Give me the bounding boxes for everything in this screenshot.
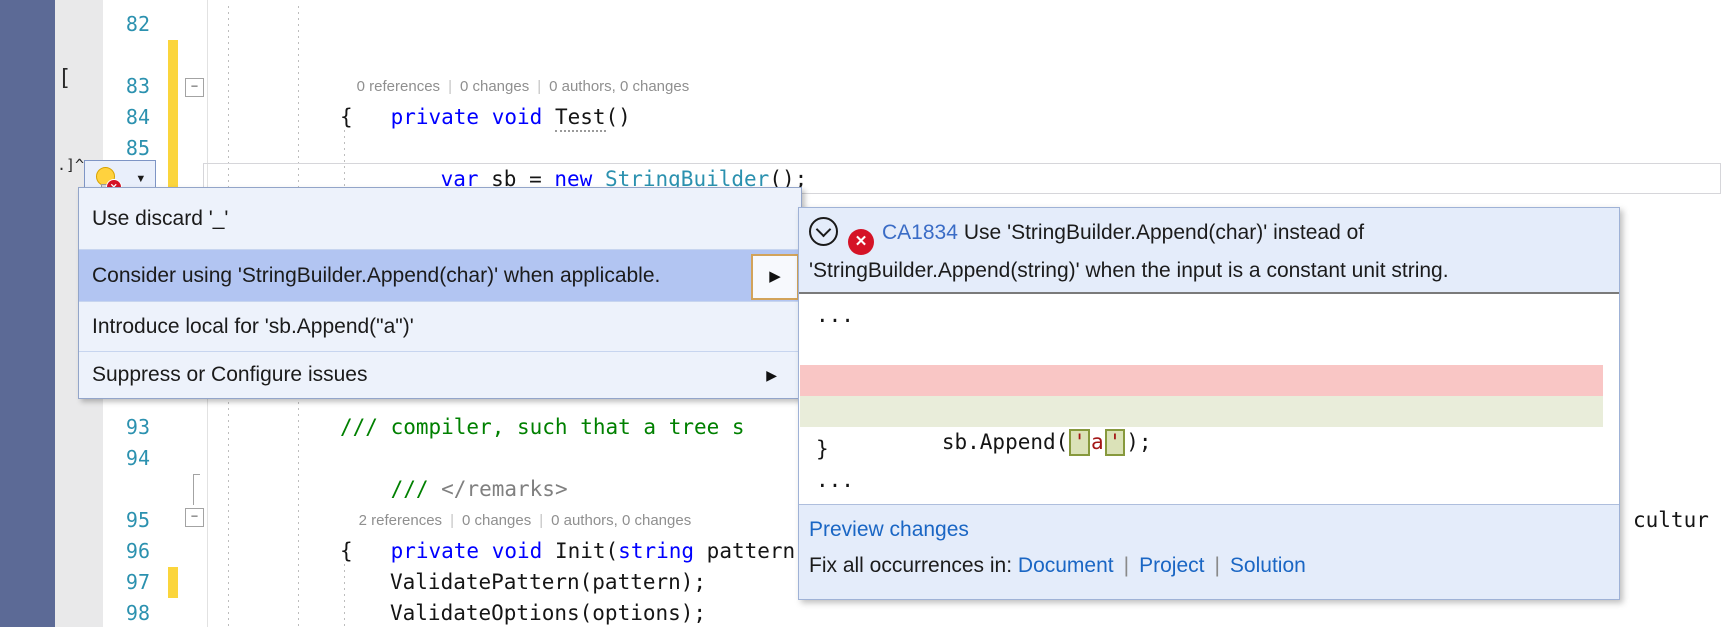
- menu-item-label: Introduce local for 'sb.Append("a")': [92, 314, 414, 338]
- margin-mark-caret: .]^: [57, 156, 85, 174]
- line-number-94: 94: [125, 446, 150, 470]
- preview-changes-link[interactable]: Preview changes: [809, 518, 969, 541]
- menu-item-label: Suppress or Configure issues: [92, 363, 368, 386]
- menu-item-label: Consider using 'StringBuilder.Append(cha…: [92, 263, 661, 287]
- fix-in-solution-link[interactable]: Solution: [1230, 554, 1306, 577]
- popup-header: ✕ CA1834 Use 'StringBuilder.Append(char)' …: [799, 208, 1619, 292]
- preview-close-brace: }: [816, 437, 829, 461]
- keyword: string: [618, 539, 695, 563]
- fix-in-project-link[interactable]: Project: [1139, 554, 1204, 577]
- fix-all-label: Fix all occurrences in:: [809, 554, 1018, 577]
- method-call: sb.Append(: [941, 430, 1069, 454]
- parameter: pattern: [694, 539, 796, 563]
- indent-guide: [228, 6, 229, 187]
- rule-id-link[interactable]: CA1834: [874, 221, 964, 244]
- punctuation: (): [605, 105, 631, 129]
- line-number-82: 82: [125, 12, 150, 36]
- keyword: private: [390, 105, 492, 129]
- line-number-84: 84: [125, 105, 150, 129]
- preview-ellipsis-top: ...: [816, 303, 854, 327]
- dropdown-arrow-icon[interactable]: ▼: [135, 173, 146, 185]
- code-line-97[interactable]: ValidatePattern(pattern);: [390, 567, 706, 598]
- line-number-98: 98: [125, 601, 150, 625]
- code-line-95-right-fragment[interactable]: cultur: [1633, 505, 1709, 536]
- collapse-button-line95[interactable]: −: [185, 508, 204, 527]
- code-line-96[interactable]: {: [340, 536, 353, 567]
- indent-guide: [228, 402, 229, 627]
- menu-item-use-discard[interactable]: Use discard '_': [79, 188, 801, 249]
- indent-guide: [298, 402, 299, 627]
- menu-item-suppress-configure[interactable]: Suppress or Configure issues ▶: [79, 352, 801, 398]
- indent-guide: [298, 6, 299, 187]
- popup-divider: [799, 292, 1619, 294]
- method-name: Init(: [554, 539, 619, 563]
- outline-region-tick: [193, 474, 200, 475]
- code-line-98[interactable]: ValidateOptions(options);: [390, 598, 706, 627]
- margin-mark-bracket: [: [58, 66, 72, 91]
- left-scroll-strip[interactable]: [0, 0, 55, 627]
- submenu-arrow-icon: ▶: [766, 367, 777, 383]
- submenu-arrow-icon: ▶: [769, 268, 781, 285]
- preview-line-added: sb.Append(' a ');: [866, 396, 1152, 489]
- code-line-93[interactable]: /// compiler, such that a tree s: [340, 412, 745, 443]
- punctuation: );: [1126, 430, 1152, 454]
- chevron-down-circle-icon[interactable]: [809, 217, 838, 246]
- keyword: void: [491, 539, 555, 563]
- link-separator: |: [1123, 554, 1130, 577]
- line-number-97: 97: [125, 570, 150, 594]
- diagnostic-preview-popup: ✕ CA1834 Use 'StringBuilder.Append(char)' …: [798, 207, 1620, 600]
- line-number-95: 95: [125, 508, 150, 532]
- menu-item-label: Use discard '_': [92, 206, 229, 230]
- char-quote-added: ': [1104, 429, 1126, 456]
- change-bar-top: [168, 40, 178, 188]
- error-icon: ✕: [848, 229, 874, 255]
- outline-region-line: [193, 474, 194, 505]
- char-content: a: [1090, 430, 1104, 454]
- keyword: private: [390, 539, 492, 563]
- char-quote-added: ': [1069, 429, 1090, 456]
- line-number-96: 96: [125, 539, 150, 563]
- menu-item-consider-append-char[interactable]: Consider using 'StringBuilder.Append(cha…: [79, 250, 801, 301]
- collapse-button-line83[interactable]: −: [185, 78, 204, 97]
- link-separator: |: [1214, 554, 1220, 577]
- line-number-93: 93: [125, 415, 150, 439]
- submenu-expand-button[interactable]: ▶: [751, 254, 799, 300]
- change-bar-line97: [168, 567, 178, 598]
- code-editor-screen: [ .]^ 82 83 84 85 86 93 94 95 96 97 98 −…: [0, 0, 1722, 627]
- method-name: Test: [554, 105, 606, 132]
- popup-footer: Preview changes Fix all occurrences in: …: [799, 504, 1619, 599]
- line-number-83: 83: [125, 74, 150, 98]
- preview-ellipsis-bottom: ...: [816, 468, 854, 492]
- fix-in-document-link[interactable]: Document: [1018, 554, 1114, 577]
- menu-item-introduce-local[interactable]: Introduce local for 'sb.Append("a")': [79, 302, 801, 351]
- code-line-84[interactable]: {: [340, 102, 353, 133]
- quick-actions-menu: Use discard '_' Consider using 'StringBu…: [78, 187, 802, 399]
- keyword: void: [491, 105, 555, 129]
